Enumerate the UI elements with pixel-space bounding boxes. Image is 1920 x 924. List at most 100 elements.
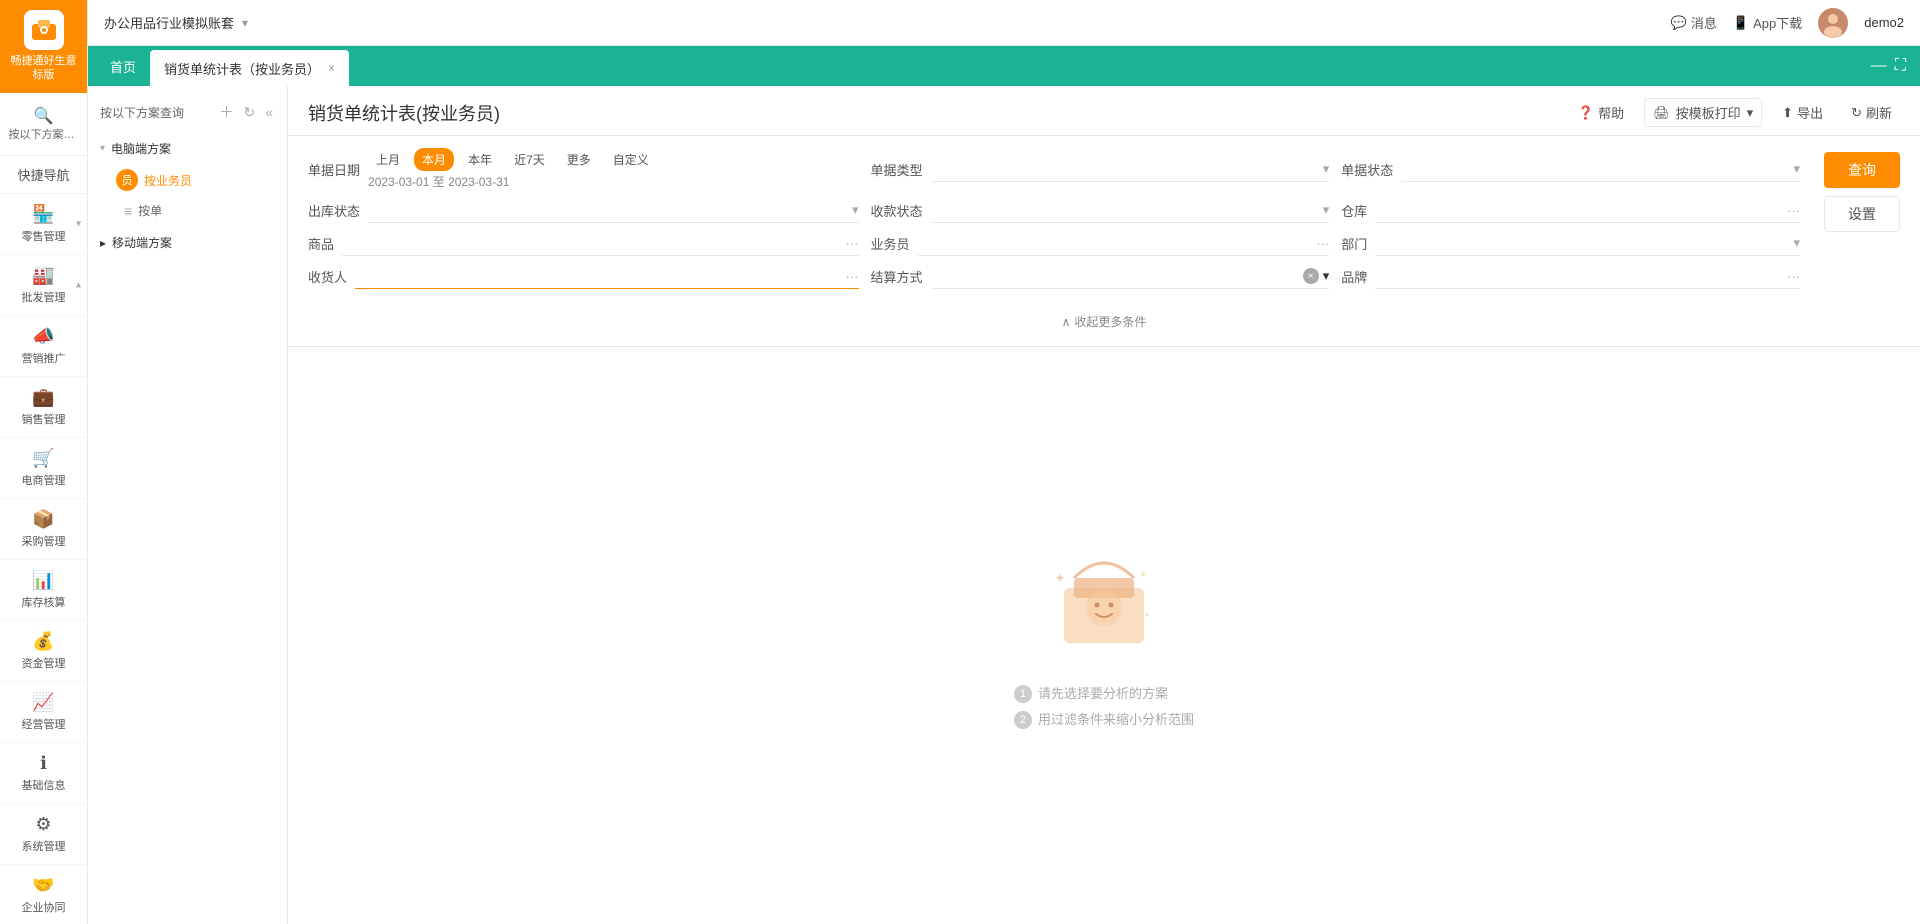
sidebar-logo-text: 畅捷通好生意 标版 — [11, 54, 77, 83]
retail-label-text: 零售管理 — [22, 228, 66, 244]
sidebar-item-ecommerce[interactable]: 🛒 电商管理 — [0, 438, 87, 499]
refresh-scheme-button[interactable]: ↻ — [241, 102, 257, 123]
receiver-select[interactable]: ··· — [355, 265, 858, 289]
doc-type-select[interactable]: ▾ — [931, 157, 1330, 182]
message-icon: 💬 — [1671, 15, 1687, 31]
tip-num-1: 1 — [1014, 685, 1032, 703]
print-dropdown[interactable]: 🖨 按模板打印 ▾ — [1644, 98, 1762, 127]
sidebar-item-wholesale[interactable]: 🏭 批发管理 ▴ — [0, 255, 87, 316]
date-tab-last-month[interactable]: 上月 — [368, 148, 408, 171]
scheme-item-by-salesman[interactable]: 员 按业务员 — [88, 163, 287, 197]
pc-group-arrow: ▾ — [100, 143, 105, 154]
tip-text-2: 用过滤条件来缩小分析范围 — [1038, 707, 1194, 733]
settlement-clear-button[interactable]: × — [1303, 268, 1319, 284]
message-label: 消息 — [1691, 13, 1717, 32]
collapse-bar: ∧ 收起更多条件 — [308, 305, 1900, 334]
topbar-dropdown-arrow[interactable]: ▾ — [242, 16, 248, 30]
salesman-select[interactable]: ··· — [918, 232, 1330, 256]
collapse-panel-button[interactable]: « — [263, 102, 275, 122]
sidebar-item-finance[interactable]: 💰 资金管理 — [0, 621, 87, 682]
help-icon: ❓ — [1578, 105, 1594, 121]
date-tab-more[interactable]: 更多 — [559, 148, 599, 171]
warehouse-select[interactable]: ··· — [1375, 199, 1800, 223]
sidebar-item-retail[interactable]: 🏪 零售管理 ▾ — [0, 194, 87, 255]
filter-row-1: 单据日期 上月 本月 本年 近7天 更多 自定义 — [308, 148, 1812, 190]
tab-sales-stat[interactable]: 销货单统计表（按业务员） × — [150, 50, 349, 86]
query-button[interactable]: 查询 — [1824, 152, 1900, 188]
tip-text-1: 请先选择要分析的方案 — [1038, 681, 1168, 707]
filter-item-doc-status: 单据状态 ▾ — [1341, 157, 1812, 182]
brand-select[interactable]: ··· — [1375, 265, 1800, 289]
avatar[interactable] — [1818, 8, 1848, 38]
basic-label: 基础信息 — [22, 777, 66, 793]
finance-label: 资金管理 — [22, 655, 66, 671]
scheme-group-pc-label[interactable]: ▾ 电脑端方案 — [88, 134, 287, 163]
receipt-status-select[interactable]: ▾ — [931, 198, 1330, 223]
marketing-icon: 📣 — [32, 326, 54, 347]
refresh-button[interactable]: ↻ 刷新 — [1843, 99, 1900, 126]
filter-item-receipt-status: 收款状态 ▾ — [871, 198, 1342, 223]
sidebar-item-inventory[interactable]: 📊 库存核算 — [0, 560, 87, 621]
out-status-select[interactable]: ▾ — [368, 198, 858, 223]
logo-icon — [24, 10, 64, 50]
filter-area: 单据日期 上月 本月 本年 近7天 更多 自定义 — [288, 136, 1920, 347]
doc-status-label: 单据状态 — [1341, 160, 1393, 179]
sidebar-item-enterprise[interactable]: 🤝 企业协同 — [0, 865, 87, 924]
sidebar-item-purchase[interactable]: 📦 采购管理 — [0, 499, 87, 560]
filter-item-out-status: 出库状态 ▾ — [308, 198, 871, 223]
collapse-icon: ∧ — [1062, 315, 1071, 329]
tab-sales-stat-close[interactable]: × — [328, 61, 335, 75]
department-select[interactable]: ▾ — [1375, 231, 1800, 256]
tab-minimize-icon[interactable]: — — [1871, 57, 1887, 75]
warehouse-label: 仓库 — [1341, 201, 1367, 220]
tab-maximize-icon[interactable]: ⛶ — [1895, 57, 1906, 75]
date-tab-7days[interactable]: 近7天 — [506, 148, 553, 171]
settings-button[interactable]: 设置 — [1824, 196, 1900, 232]
help-button[interactable]: ❓ 帮助 — [1570, 99, 1632, 126]
date-filter-label: 单据日期 — [308, 160, 360, 179]
add-scheme-button[interactable]: ＋ — [217, 100, 235, 124]
goods-dots: ··· — [846, 236, 859, 251]
collapse-button[interactable]: ∧ 收起更多条件 — [1062, 313, 1147, 330]
filter-item-warehouse: 仓库 ··· — [1341, 199, 1812, 223]
settlement-select[interactable]: × ▾ — [931, 264, 1330, 289]
inventory-label: 库存核算 — [22, 594, 66, 610]
filter-row-4: 收货人 ··· 结算方式 — [308, 264, 1812, 289]
quick-nav-button[interactable]: 快捷导航 — [6, 160, 81, 189]
date-tab-custom[interactable]: 自定义 — [605, 148, 657, 171]
date-tabs: 上月 本月 本年 近7天 更多 自定义 — [368, 148, 858, 171]
sidebar-item-operations[interactable]: 📈 经营管理 — [0, 682, 87, 743]
left-panel: 按以下方案查询 ＋ ↻ « ▾ 电脑端方案 员 按业务员 ≡ 按 — [88, 86, 288, 924]
app-download-button[interactable]: 📱 App下载 — [1733, 13, 1802, 32]
main-area: 办公用品行业模拟账套 ▾ 💬 消息 📱 App下载 demo2 — [88, 0, 1920, 924]
message-button[interactable]: 💬 消息 — [1671, 13, 1717, 32]
sidebar-item-system[interactable]: ⚙ 系统管理 — [0, 804, 87, 865]
sidebar-item-marketing[interactable]: 📣 营销推广 — [0, 316, 87, 377]
receipt-status-arrow: ▾ — [1323, 202, 1330, 218]
sidebar-item-sales[interactable]: 💼 销售管理 — [0, 377, 87, 438]
export-button[interactable]: ⬆ 导出 — [1774, 99, 1831, 126]
search-nav-button[interactable]: 🔍 按以下方案查询 — [6, 101, 81, 147]
scheme-item-by-order[interactable]: ≡ 按单 — [88, 197, 287, 224]
scheme-group-pc: ▾ 电脑端方案 员 按业务员 ≡ 按单 — [88, 134, 287, 224]
date-tab-this-year[interactable]: 本年 — [460, 148, 500, 171]
date-tab-this-month[interactable]: 本月 — [414, 148, 454, 171]
topbar: 办公用品行业模拟账套 ▾ 💬 消息 📱 App下载 demo2 — [88, 0, 1920, 46]
goods-select[interactable]: ··· — [342, 232, 858, 256]
doc-status-select[interactable]: ▾ — [1401, 157, 1800, 182]
page-title-bar: 销货单统计表(按业务员) ❓ 帮助 🖨 按模板打印 ▾ ⬆ 导出 — [288, 86, 1920, 136]
settlement-label: 结算方式 — [871, 267, 923, 286]
print-dropdown-arrow: ▾ — [1747, 105, 1754, 121]
out-status-arrow: ▾ — [852, 202, 859, 218]
warehouse-dots: ··· — [1787, 203, 1800, 218]
topbar-title: 办公用品行业模拟账套 — [104, 13, 234, 32]
system-label: 系统管理 — [22, 838, 66, 854]
empty-icon: ✦ ✦ ✦ — [1044, 538, 1164, 661]
system-icon: ⚙ — [35, 814, 51, 835]
tab-home[interactable]: 首页 — [96, 46, 150, 86]
sidebar-item-basic[interactable]: ℹ 基础信息 — [0, 743, 87, 804]
filter-item-settlement: 结算方式 × ▾ — [871, 264, 1342, 289]
receiver-label: 收货人 — [308, 267, 347, 286]
scheme-group-mobile[interactable]: ▸ 移动端方案 — [88, 228, 287, 257]
salesman-dots: ··· — [1316, 236, 1329, 251]
